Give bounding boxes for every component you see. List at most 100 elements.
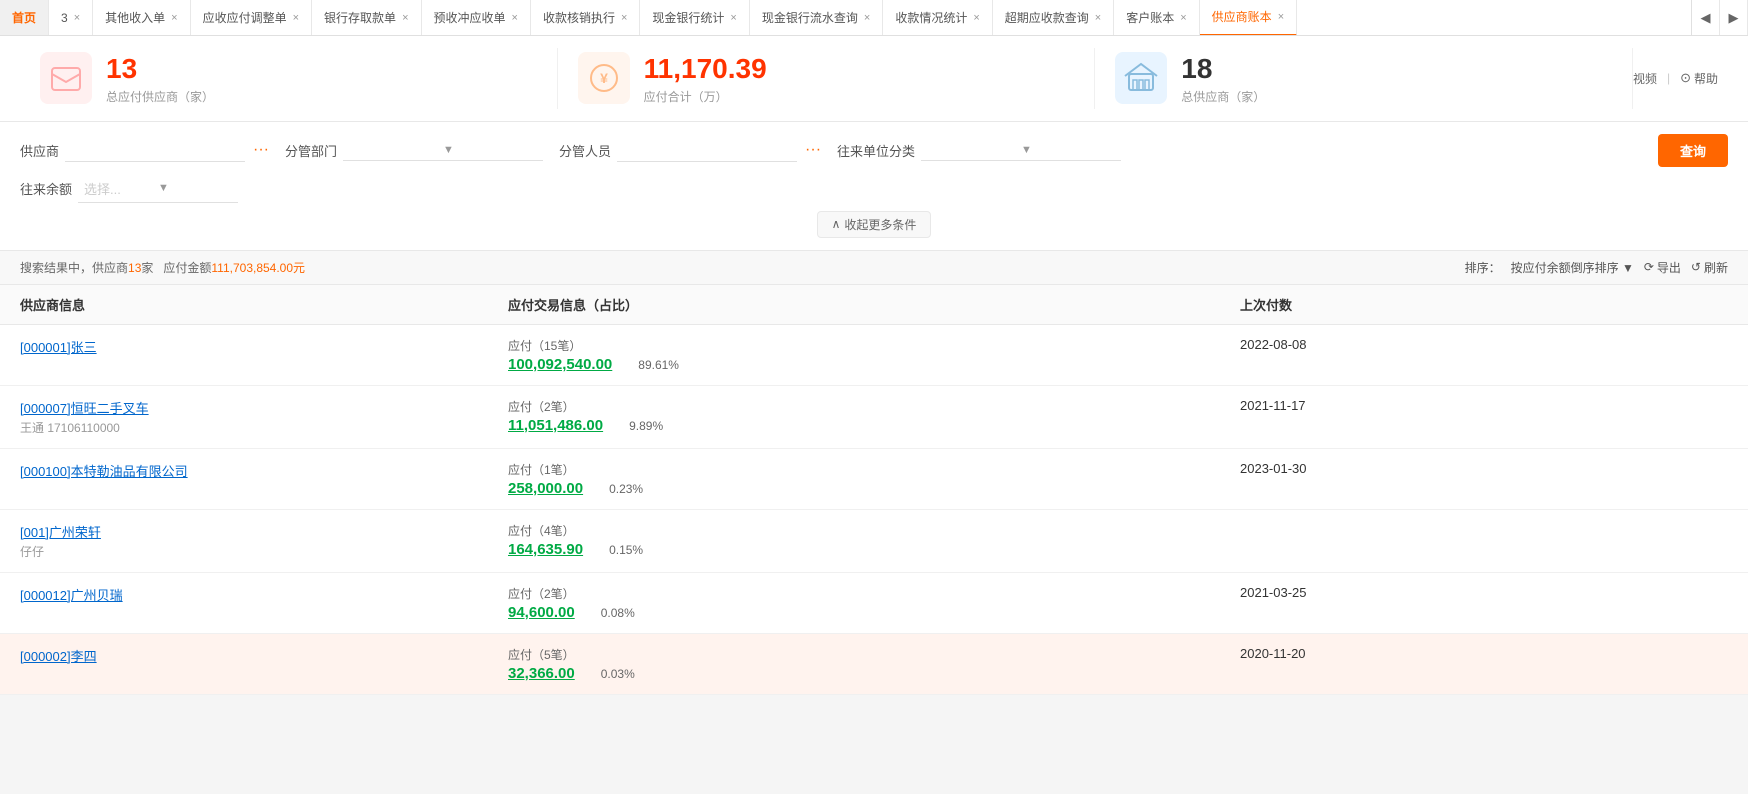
table-row-3: [000100]本特勒油品有限公司 应付（1笔）258,000.000.23%20… (0, 449, 1748, 510)
supplier-filter-item: 供应商 ··· (20, 138, 269, 162)
total-suppliers-icon (1115, 52, 1167, 104)
table-row-1: [000001]张三应付（15笔）100,092,540.0089.61%202… (0, 325, 1748, 386)
bank-deposit-label: 银行存取款单 (324, 9, 396, 26)
video-link[interactable]: 视频 (1633, 70, 1657, 87)
supplier-filter-input[interactable] (65, 138, 245, 162)
supplier-sub-2: 王通 17106110000 (20, 419, 508, 436)
supplier-link-4[interactable]: [001]广州荣轩 (20, 525, 101, 540)
last-pay-date-5: 2021-03-25 (1240, 585, 1307, 600)
supplier-book-close[interactable]: × (1278, 11, 1284, 23)
transaction-amount-4[interactable]: 164,635.90 (508, 541, 583, 558)
transaction-amount-1[interactable]: 100,092,540.00 (508, 356, 612, 373)
supplier-info-col-3: [000100]本特勒油品有限公司 (20, 461, 508, 497)
top-navigation: 首页 3 × 其他收入单 × 应收应付调整单 × 银行存取款单 × 预收冲应收单… (0, 0, 1748, 36)
collection-stat-close[interactable]: × (973, 12, 979, 24)
payable-total-number: 11,170.39 (644, 52, 767, 86)
tab-3-close[interactable]: × (74, 12, 80, 24)
table-row-2: [000007]恒旺二手叉车王通 17106110000应付（2笔）11,051… (0, 386, 1748, 449)
cash-bank-stat-close[interactable]: × (730, 12, 736, 24)
prepay-ar-close[interactable]: × (512, 12, 518, 24)
cash-bank-stat-label: 现金银行统计 (652, 9, 724, 26)
nav-tab-ar-ap-adjust[interactable]: 应收应付调整单 × (191, 0, 312, 36)
nav-tab-prepay-ar[interactable]: 预收冲应收单 × (422, 0, 531, 36)
dept-filter-item: 分管部门 ▼ (285, 140, 543, 161)
summary-card-total-suppliers: 18 总供应商（家） (1095, 48, 1633, 109)
bank-deposit-close[interactable]: × (402, 12, 408, 24)
supplier-link-5[interactable]: [000012]广州贝瑞 (20, 588, 123, 603)
export-button[interactable]: ⟳ 导出 (1644, 259, 1681, 276)
last-pay-col-1: 2022-08-08 (1240, 337, 1728, 373)
transaction-amount-3[interactable]: 258,000.00 (508, 480, 583, 497)
table-row-4: [001]广州荣轩仔仔应付（4笔）164,635.900.15% (0, 510, 1748, 573)
query-button[interactable]: 查询 (1658, 134, 1728, 167)
cash-bank-flow-label: 现金银行流水查询 (762, 9, 858, 26)
supplier-link-3[interactable]: [000100]本特勒油品有限公司 (20, 464, 188, 479)
svg-text:¥: ¥ (600, 70, 608, 86)
balance-filter-select[interactable]: 选择... ▼ (78, 175, 238, 203)
last-pay-date-6: 2020-11-20 (1240, 646, 1306, 661)
transaction-label-5: 应付（2笔） (508, 585, 1240, 602)
nav-tab-home[interactable]: 首页 (0, 0, 49, 36)
ar-ap-adjust-label: 应收应付调整单 (203, 9, 287, 26)
balance-select-arrow: ▼ (158, 182, 232, 194)
last-pay-date-3: 2023-01-30 (1240, 461, 1307, 476)
export-icon: ⟳ (1644, 260, 1654, 274)
person-filter-dots[interactable]: ··· (805, 141, 821, 159)
last-pay-col-4 (1240, 522, 1728, 560)
collapse-button[interactable]: ∧ 收起更多条件 (817, 211, 932, 238)
category-select-arrow: ▼ (1021, 144, 1115, 156)
refresh-button[interactable]: ↺ 刷新 (1691, 259, 1728, 276)
overdue-ar-close[interactable]: × (1095, 12, 1101, 24)
nav-tab-overdue-ar[interactable]: 超期应收款查询 × (993, 0, 1114, 36)
nav-next-button[interactable]: ▶ (1720, 0, 1748, 36)
customer-book-close[interactable]: × (1180, 12, 1186, 24)
category-filter-item: 往来单位分类 ▼ (837, 140, 1121, 161)
supplier-filter-label: 供应商 (20, 141, 59, 160)
transaction-percent-1: 89.61% (638, 358, 679, 372)
nav-tab-collection-exec[interactable]: 收款核销执行 × (531, 0, 640, 36)
payable-suppliers-icon (40, 52, 92, 104)
nav-tab-cash-bank-flow[interactable]: 现金银行流水查询 × (750, 0, 883, 36)
sort-label: 排序： (1465, 259, 1501, 276)
payable-suppliers-info: 13 总应付供应商（家） (106, 52, 214, 105)
collection-stat-label: 收款情况统计 (895, 9, 967, 26)
transaction-label-6: 应付（5笔） (508, 646, 1240, 663)
nav-prev-button[interactable]: ◀ (1692, 0, 1720, 36)
ar-ap-adjust-close[interactable]: × (293, 12, 299, 24)
last-pay-col-5: 2021-03-25 (1240, 585, 1728, 621)
transaction-amount-5[interactable]: 94,600.00 (508, 604, 575, 621)
supplier-link-6[interactable]: [000002]李四 (20, 649, 97, 664)
supplier-sub-4: 仔仔 (20, 543, 508, 560)
sort-value[interactable]: 按应付余额倒序排序 ▼ (1511, 259, 1634, 276)
supplier-link-1[interactable]: [000001]张三 (20, 340, 97, 355)
transaction-col-1: 应付（15笔）100,092,540.0089.61% (508, 337, 1240, 373)
transaction-row-2: 11,051,486.00 9.89% (508, 417, 1240, 434)
result-summary-text: 搜索结果中，供应商13家 应付金额111,703,854.00元 (20, 259, 305, 276)
nav-tab-cash-bank-stat[interactable]: 现金银行统计 × (640, 0, 749, 36)
nav-tab-customer-book[interactable]: 客户账本 × (1114, 0, 1199, 36)
transaction-col-3: 应付（1笔）258,000.000.23% (508, 461, 1240, 497)
nav-tab-other-income[interactable]: 其他收入单 × (93, 0, 190, 36)
transaction-amount-6[interactable]: 32,366.00 (508, 665, 575, 682)
total-suppliers-info: 18 总供应商（家） (1181, 52, 1265, 105)
transaction-amount-2[interactable]: 11,051,486.00 (508, 417, 603, 434)
balance-select-placeholder: 选择... (84, 179, 158, 198)
total-suppliers-number: 18 (1181, 52, 1265, 86)
supplier-info-col-4: [001]广州荣轩仔仔 (20, 522, 508, 560)
other-income-close[interactable]: × (171, 12, 177, 24)
nav-tab-collection-stat[interactable]: 收款情况统计 × (883, 0, 992, 36)
dept-filter-select[interactable]: ▼ (343, 140, 543, 161)
filter-row-1: 供应商 ··· 分管部门 ▼ 分管人员 ··· 往来单位分类 ▼ 查询 (20, 134, 1728, 167)
collection-exec-close[interactable]: × (621, 12, 627, 24)
nav-tab-3[interactable]: 3 × (49, 0, 93, 36)
nav-tab-supplier-book[interactable]: 供应商账本 × (1200, 0, 1297, 36)
transaction-percent-2: 9.89% (629, 419, 663, 433)
cash-bank-flow-close[interactable]: × (864, 12, 870, 24)
supplier-filter-dots[interactable]: ··· (253, 141, 269, 159)
person-filter-input[interactable] (617, 138, 797, 162)
category-filter-select[interactable]: ▼ (921, 140, 1121, 161)
refresh-icon: ↺ (1691, 260, 1701, 274)
supplier-link-2[interactable]: [000007]恒旺二手叉车 (20, 401, 149, 416)
nav-tab-bank-deposit[interactable]: 银行存取款单 × (312, 0, 421, 36)
help-link[interactable]: ⊙ 帮助 (1680, 70, 1718, 87)
